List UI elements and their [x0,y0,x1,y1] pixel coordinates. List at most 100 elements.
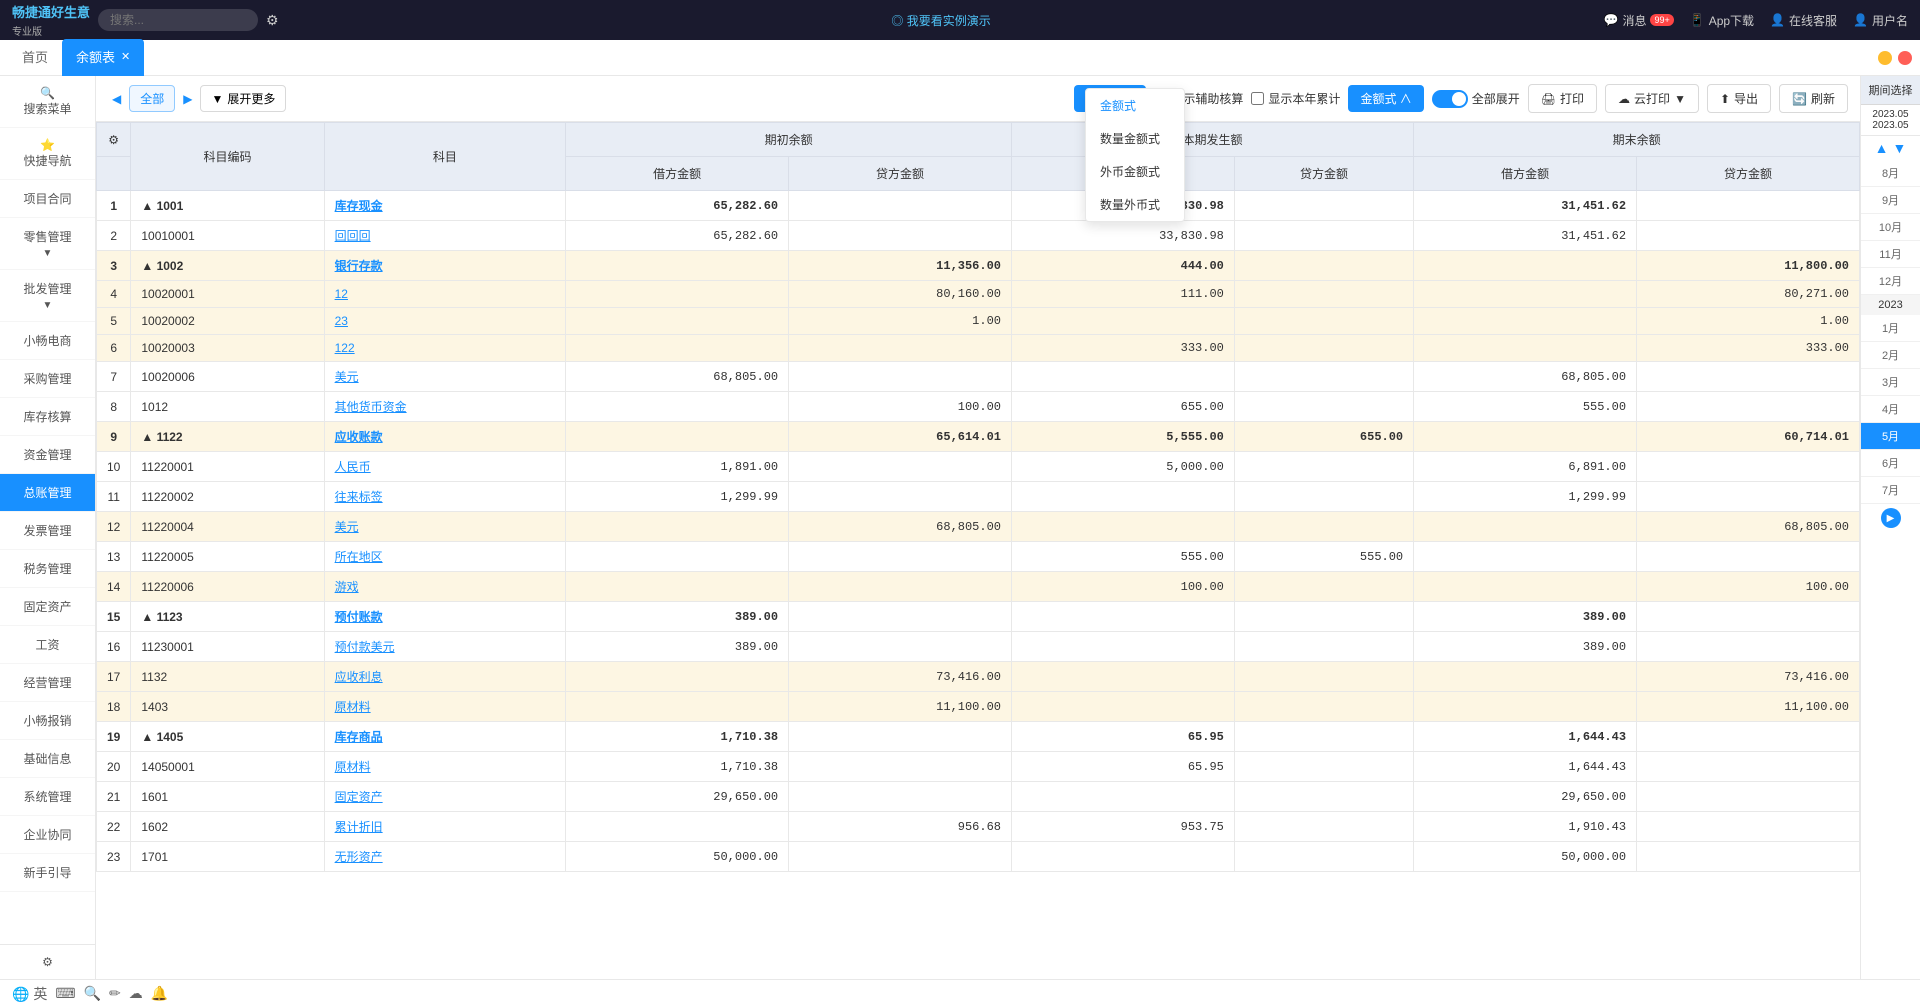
sidebar-item-system[interactable]: 系统管理 [0,778,95,816]
online-service-button[interactable]: 👤 在线客服 [1770,12,1837,29]
sidebar-item-capital[interactable]: 资金管理 [0,436,95,474]
user-area[interactable]: 👤 用户名 [1853,12,1908,29]
row-name[interactable]: 游戏 [324,572,566,602]
table-row[interactable]: 7 10020006 美元 68,805.00 68,805.00 [97,362,1860,392]
row-name[interactable]: 预付账款 [324,602,566,632]
sidebar-settings-button[interactable]: ⚙ [0,944,95,979]
row-name[interactable]: 累计折旧 [324,812,566,842]
export-button[interactable]: ⬆ 导出 [1707,84,1771,113]
table-row[interactable]: 13 11220005 所在地区 555.00 555.00 [97,542,1860,572]
format-option-amount[interactable]: 金额式 [1086,89,1184,122]
window-close-button[interactable] [1898,51,1912,65]
row-name[interactable]: 银行存款 [324,251,566,281]
row-name[interactable]: 原材料 [324,752,566,782]
row-name[interactable]: 回回回 [324,221,566,251]
period-next-btn[interactable]: ▼ [1893,140,1907,156]
table-row[interactable]: 1 ▲ 1001 库存现金 65,282.60 33,830.98 31,451… [97,191,1860,221]
row-name[interactable]: 预付款美元 [324,632,566,662]
table-row[interactable]: 14 11220006 游戏 100.00 100.00 [97,572,1860,602]
table-row[interactable]: 5 10020002 23 1.00 1.00 [97,308,1860,335]
row-name[interactable]: 美元 [324,362,566,392]
lang-button[interactable]: 🌐 英 [12,984,47,1004]
table-row[interactable]: 15 ▲ 1123 预付账款 389.00 389.00 [97,602,1860,632]
row-name[interactable]: 应收利息 [324,662,566,692]
row-name[interactable]: 美元 [324,512,566,542]
row-name[interactable]: 无形资产 [324,842,566,872]
month-2[interactable]: 2月 [1861,342,1920,369]
table-row[interactable]: 8 1012 其他货币资金 100.00 655.00 555.00 [97,392,1860,422]
row-name[interactable]: 原材料 [324,692,566,722]
row-name[interactable]: 人民币 [324,452,566,482]
cloud-print-button[interactable]: ☁ 云打印 ▼ [1605,84,1699,113]
table-row[interactable]: 23 1701 无形资产 50,000.00 50,000.00 [97,842,1860,872]
keyboard-button[interactable]: ⌨ [55,985,75,1002]
edit-bottom-button[interactable]: ✏ [109,985,121,1002]
month-12[interactable]: 12月 [1861,268,1920,295]
expand-more-button[interactable]: ▼ 展开更多 [200,85,286,112]
tab-home[interactable]: 首页 [8,39,62,76]
sidebar-item-collab[interactable]: 企业协同 [0,816,95,854]
row-name[interactable]: 12 [324,281,566,308]
row-name[interactable]: 应收账款 [324,422,566,452]
table-row[interactable]: 3 ▲ 1002 银行存款 11,356.00 444.00 11,800.00 [97,251,1860,281]
cloud-bottom-button[interactable]: ☁ [129,985,143,1002]
table-row[interactable]: 10 11220001 人民币 1,891.00 5,000.00 6,891.… [97,452,1860,482]
table-row[interactable]: 22 1602 累计折旧 956.68 953.75 1,910.43 [97,812,1860,842]
month-7[interactable]: 7月 [1861,477,1920,504]
sidebar-item-salary[interactable]: 工资 [0,626,95,664]
month-11[interactable]: 11月 [1861,241,1920,268]
format-option-currency-amount[interactable]: 外币金额式 [1086,155,1184,188]
search-forward-icon[interactable]: ▶ [179,88,196,110]
notification-bottom-button[interactable]: 🔔 [151,985,168,1002]
sidebar-item-expense[interactable]: 小畅报销 [0,702,95,740]
sidebar-item-purchase[interactable]: 采购管理 [0,360,95,398]
row-name[interactable]: 122 [324,335,566,362]
month-3[interactable]: 3月 [1861,369,1920,396]
table-row[interactable]: 19 ▲ 1405 库存商品 1,710.38 65.95 1,644.43 [97,722,1860,752]
switch-control[interactable] [1432,90,1468,108]
sidebar-item-ledger[interactable]: 总账管理 [0,474,95,512]
row-name[interactable]: 其他货币资金 [324,392,566,422]
show-ytd-checkbox[interactable]: 显示本年累计 [1251,90,1340,107]
sidebar-item-invoice[interactable]: 发票管理 [0,512,95,550]
sidebar-item-search[interactable]: 🔍 搜索菜单 [0,76,95,128]
refresh-button[interactable]: 🔄 刷新 [1779,84,1848,113]
sidebar-item-wholesale[interactable]: 批发管理 ▼ [0,270,95,322]
demo-link[interactable]: ◎ 我要看实例演示 [891,12,990,29]
sidebar-item-tax[interactable]: 税务管理 [0,550,95,588]
month-9[interactable]: 9月 [1861,187,1920,214]
print-button[interactable]: 🖨 打印 [1528,84,1597,113]
window-restore-button[interactable] [1878,51,1892,65]
tab-balance[interactable]: 余额表 ✕ [62,39,144,76]
table-row[interactable]: 11 11220002 往来标签 1,299.99 1,299.99 [97,482,1860,512]
table-row[interactable]: 2 10010001 回回回 65,282.60 33,830.98 31,45… [97,221,1860,251]
table-row[interactable]: 20 14050001 原材料 1,710.38 65.95 1,644.43 [97,752,1860,782]
table-row[interactable]: 6 10020003 122 333.00 333.00 [97,335,1860,362]
col-settings[interactable]: ⚙ [97,123,131,157]
row-name[interactable]: 固定资产 [324,782,566,812]
row-name[interactable]: 库存现金 [324,191,566,221]
top-search-input[interactable] [98,9,258,31]
month-5[interactable]: 5月 [1861,423,1920,450]
sidebar-item-assets[interactable]: 固定资产 [0,588,95,626]
message-button[interactable]: 💬 消息 99+ [1603,12,1673,29]
table-row[interactable]: 4 10020001 12 80,160.00 111.00 80,271.00 [97,281,1860,308]
tab-balance-close[interactable]: ✕ [121,50,130,63]
row-name[interactable]: 往来标签 [324,482,566,512]
period-prev-btn[interactable]: ▲ [1875,140,1889,156]
app-download-button[interactable]: 📱 App下载 [1690,12,1754,29]
month-1[interactable]: 1月 [1861,315,1920,342]
format-option-qty-currency[interactable]: 数量外币式 [1086,188,1184,221]
table-row[interactable]: 9 ▲ 1122 应收账款 65,614.01 5,555.00 655.00 … [97,422,1860,452]
sidebar-item-guide[interactable]: 新手引导 [0,854,95,892]
sidebar-item-retail[interactable]: 零售管理 ▼ [0,218,95,270]
top-settings-button[interactable]: ⚙ [266,12,279,29]
expand-all-toggle[interactable]: 全部展开 [1432,90,1520,108]
all-filter-button[interactable]: 全部 [129,85,175,112]
table-row[interactable]: 18 1403 原材料 11,100.00 11,100.00 [97,692,1860,722]
sidebar-item-management[interactable]: 经营管理 [0,664,95,702]
row-name[interactable]: 库存商品 [324,722,566,752]
sidebar-item-project[interactable]: 项目合同 [0,180,95,218]
sidebar-item-inventory[interactable]: 库存核算 [0,398,95,436]
sidebar-item-basic[interactable]: 基础信息 [0,740,95,778]
